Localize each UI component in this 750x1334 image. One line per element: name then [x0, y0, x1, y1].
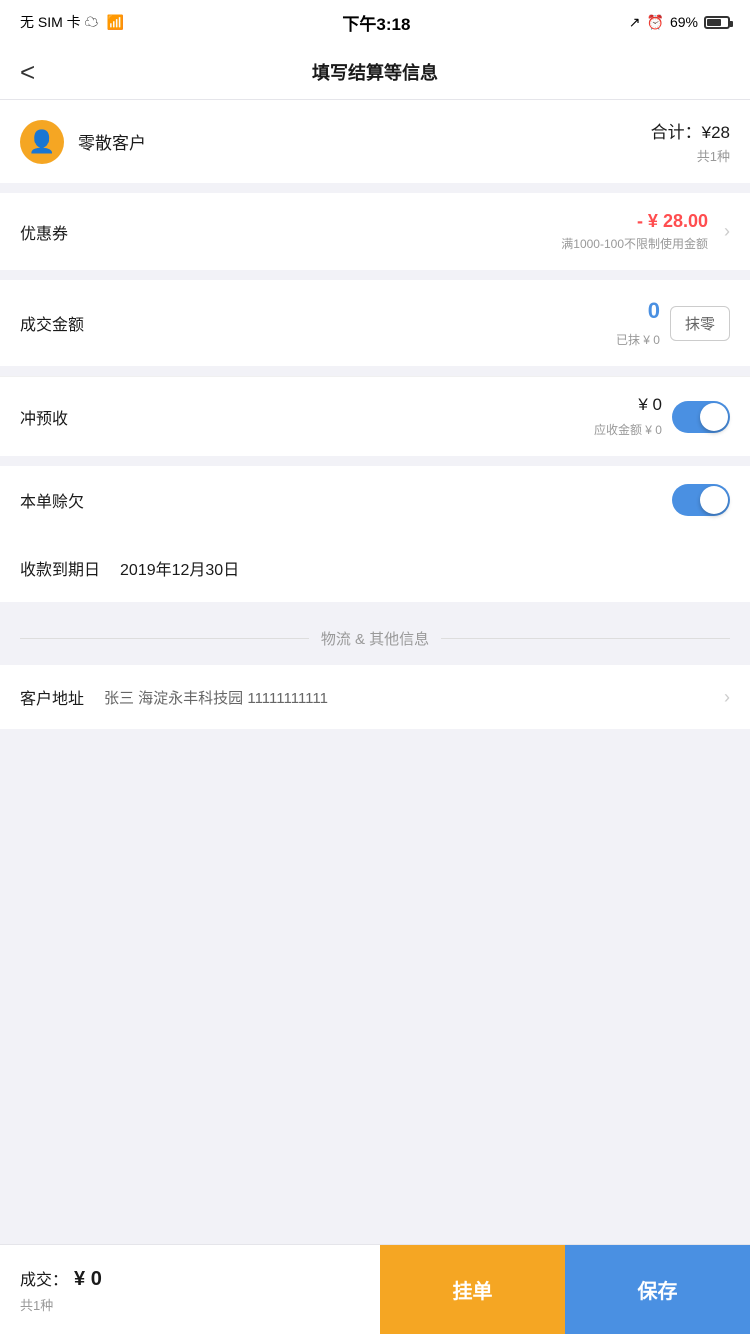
deal-amount-row: 成交金额 0 已抹 ¥ 0 抹零	[0, 280, 750, 366]
address-label: 客户地址	[20, 685, 84, 709]
status-left: 无 SIM 卡 ☁ 📶	[20, 12, 124, 32]
alarm-icon: ⏰	[647, 14, 664, 31]
pending-button[interactable]: 挂单	[380, 1245, 565, 1334]
prepayment-right: ¥ 0 应收金额 ¥ 0	[594, 395, 730, 438]
customer-row: 👤 零散客户 合计：¥28 共1种	[0, 100, 750, 183]
prepayment-value: ¥ 0	[638, 395, 662, 415]
customer-right: 合计：¥28 共1种	[651, 118, 730, 165]
avatar-icon: 👤	[28, 129, 55, 155]
chevron-right-icon: ›	[724, 221, 730, 242]
debt-label: 本单赊欠	[20, 488, 84, 512]
total-count: 共1种	[651, 146, 730, 165]
coupon-row[interactable]: 优惠券 - ¥ 28.00 满1000-100不限制使用金额 ›	[0, 193, 750, 270]
deal-amount-value-block: 0 已抹 ¥ 0	[616, 298, 660, 348]
round-zero-button[interactable]: 抹零	[670, 306, 730, 341]
nav-bar: < 填写结算等信息	[0, 44, 750, 100]
customer-section: 👤 零散客户 合计：¥28 共1种	[0, 100, 750, 183]
total-amount: 合计：¥28	[651, 118, 730, 143]
deal-amount-label: 成交金额	[20, 311, 84, 335]
debt-toggle[interactable]	[672, 484, 730, 516]
back-button[interactable]: <	[12, 51, 43, 93]
debt-row: 本单赊欠	[0, 466, 750, 534]
logistics-title: 物流 & 其他信息	[321, 628, 429, 649]
coupon-label: 优惠券	[20, 220, 68, 244]
bottom-deal-label: 成交：	[20, 1266, 68, 1290]
deal-amount-right: 0 已抹 ¥ 0 抹零	[616, 298, 730, 348]
already-rounded: 已抹 ¥ 0	[616, 331, 660, 348]
logistics-header: 物流 & 其他信息	[0, 612, 750, 665]
bottom-summary: 成交： ¥ 0 共1种	[0, 1266, 380, 1314]
battery-icon	[704, 16, 730, 29]
avatar: 👤	[20, 120, 64, 164]
toggle-knob	[700, 403, 728, 431]
debt-toggle-knob	[700, 486, 728, 514]
save-button[interactable]: 保存	[565, 1245, 750, 1334]
receivable-amount: 应收金额 ¥ 0	[594, 421, 662, 438]
due-date-value: 2019年12月30日	[120, 556, 239, 580]
page-title: 填写结算等信息	[312, 59, 438, 85]
bottom-count: 共1种	[20, 1295, 360, 1314]
deal-section: 成交金额 0 已抹 ¥ 0 抹零 冲预收 ¥ 0 应收金额 ¥ 0	[0, 280, 750, 456]
deal-amount-value: 0	[630, 298, 660, 324]
coupon-value-block: - ¥ 28.00 满1000-100不限制使用金额	[561, 211, 708, 252]
debt-section: 本单赊欠 收款到期日 2019年12月30日	[0, 466, 750, 602]
prepayment-toggle[interactable]	[672, 401, 730, 433]
address-value: 张三 海淀永丰科技园 11111111111	[104, 687, 718, 708]
customer-name: 零散客户	[78, 129, 146, 154]
address-row[interactable]: 客户地址 张三 海淀永丰科技园 11111111111 ›	[0, 665, 750, 729]
bottom-deal-row: 成交： ¥ 0	[20, 1266, 360, 1291]
address-chevron-icon: ›	[724, 687, 730, 708]
coupon-section: 优惠券 - ¥ 28.00 满1000-100不限制使用金额 ›	[0, 193, 750, 270]
prepayment-label: 冲预收	[20, 405, 68, 429]
customer-left: 👤 零散客户	[20, 120, 146, 164]
coupon-amount: - ¥ 28.00	[637, 211, 708, 232]
due-date-label: 收款到期日	[20, 556, 100, 580]
prepayment-row: 冲预收 ¥ 0 应收金额 ¥ 0	[0, 376, 750, 456]
coupon-desc: 满1000-100不限制使用金额	[561, 235, 708, 252]
status-time: 下午3:18	[342, 10, 410, 35]
status-right: ↗ ⏰ 69%	[629, 14, 730, 31]
sim-status: 无 SIM 卡 ☁	[20, 12, 99, 32]
prepayment-value-block: ¥ 0 应收金额 ¥ 0	[594, 395, 662, 438]
wifi-icon: 📶	[107, 14, 124, 31]
status-bar: 无 SIM 卡 ☁ 📶 下午3:18 ↗ ⏰ 69%	[0, 0, 750, 44]
content: 👤 零散客户 合计：¥28 共1种 优惠券 - ¥ 28.00 满1000-10…	[0, 100, 750, 839]
bottom-deal-amount: ¥ 0	[74, 1268, 102, 1291]
coupon-right: - ¥ 28.00 满1000-100不限制使用金额 ›	[561, 211, 730, 252]
address-section: 客户地址 张三 海淀永丰科技园 11111111111 ›	[0, 665, 750, 729]
battery-percent: 69%	[670, 14, 698, 30]
section-separator-1	[0, 366, 750, 376]
location-icon: ↗	[629, 14, 641, 31]
bottom-bar: 成交： ¥ 0 共1种 挂单 保存	[0, 1244, 750, 1334]
due-date-row: 收款到期日 2019年12月30日	[0, 534, 750, 602]
